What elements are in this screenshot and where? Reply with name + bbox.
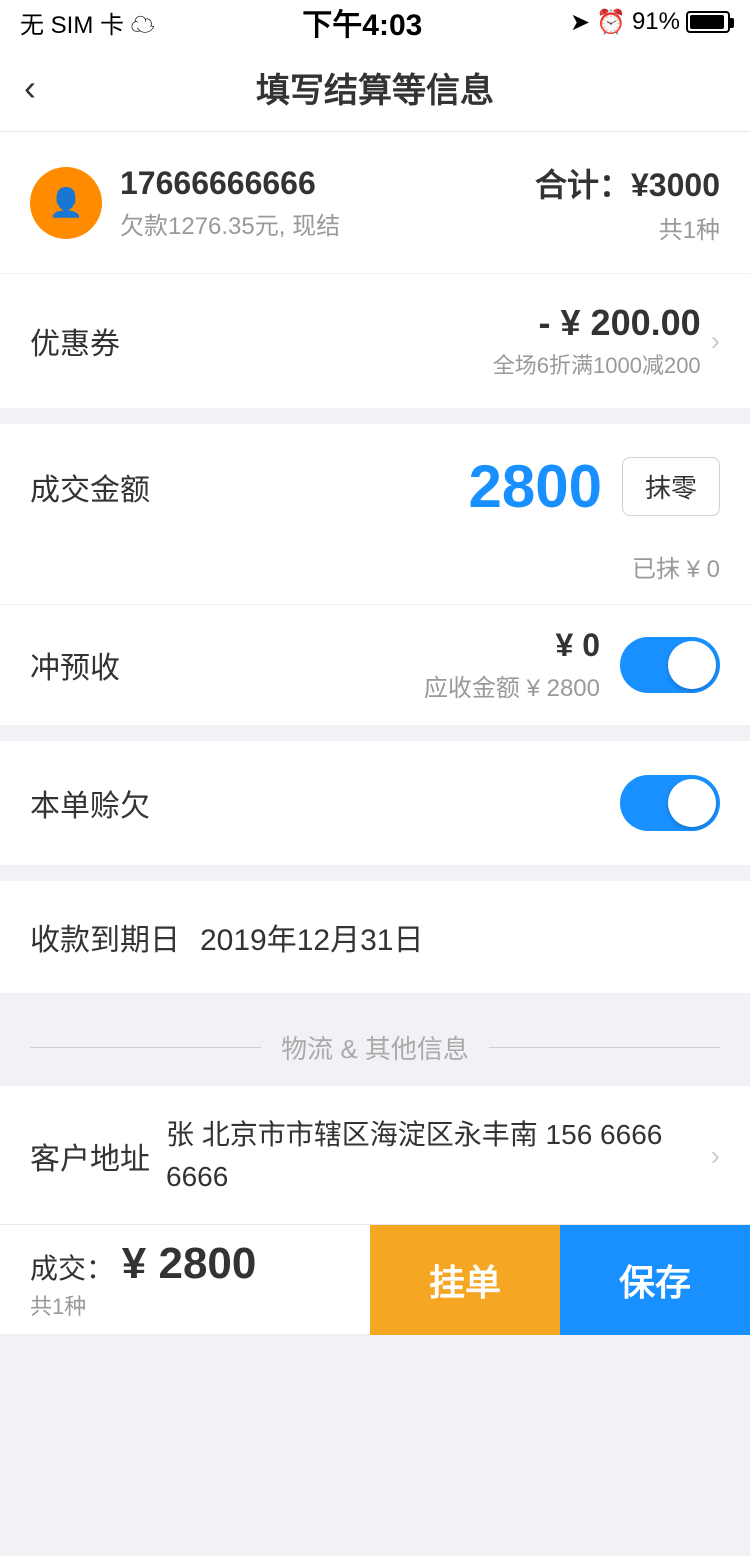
back-button[interactable]: ‹ <box>24 67 36 109</box>
customer-info: 17666666666 欠款1276.35元, 现结 <box>120 165 340 241</box>
charge-amount: ¥ 0 <box>424 627 600 664</box>
deal-right: 2800 抹零 <box>469 452 721 521</box>
coupon-amount: - ¥ 200.00 <box>493 302 701 344</box>
deal-label: 成交金额 <box>30 465 150 509</box>
status-right: ➤ ⏰ 91% <box>570 8 730 37</box>
status-bar: 无 SIM 卡 ☁ 下午4:03 ➤ ⏰ 91% <box>0 0 750 44</box>
customer-row: 👤 17666666666 欠款1276.35元, 现结 合计：¥3000 共1… <box>0 132 750 273</box>
direction-icon: ➤ <box>570 8 590 37</box>
battery-icon <box>686 11 730 33</box>
coupon-right: - ¥ 200.00 全场6折满1000减200 › <box>493 302 720 380</box>
coupon-desc: 全场6折满1000减200 <box>493 348 701 380</box>
bottom-deal-label: 成交： <box>30 1253 114 1284</box>
customer-debt: 欠款1276.35元, 现结 <box>120 206 340 241</box>
bottom-bar: 成交： ¥ 2800 共1种 挂单 保存 <box>0 1224 750 1334</box>
debit-row: 本单赊欠 <box>0 741 750 865</box>
customer-phone: 17666666666 <box>120 165 340 202</box>
sep-line-right <box>489 1047 720 1048</box>
total-amount: 合计：¥3000 <box>535 160 720 206</box>
due-date-value: 2019年12月31日 <box>200 915 423 959</box>
save-button[interactable]: 保存 <box>560 1225 750 1335</box>
bottom-info: 成交： ¥ 2800 共1种 <box>0 1239 370 1321</box>
sep-line-left <box>30 1047 261 1048</box>
charge-row: 冲预收 ¥ 0 应收金额 ¥ 2800 <box>0 604 750 725</box>
avatar-icon: 👤 <box>49 186 84 219</box>
bottom-deal-amount: ¥ 2800 <box>122 1239 257 1288</box>
nav-bar: ‹ 填写结算等信息 <box>0 44 750 132</box>
page-title: 填写结算等信息 <box>256 63 494 112</box>
hang-button[interactable]: 挂单 <box>370 1225 560 1335</box>
bottom-count: 共1种 <box>30 1289 340 1321</box>
charge-sub: 应收金额 ¥ 2800 <box>424 668 600 703</box>
coupon-label: 优惠券 <box>30 319 120 363</box>
coupon-row[interactable]: 优惠券 - ¥ 200.00 全场6折满1000减200 › <box>0 273 750 408</box>
address-row[interactable]: 客户地址 张 北京市市辖区海淀区永丰南 156 6666 6666 › <box>0 1086 750 1226</box>
due-date-row: 收款到期日 2019年12月31日 <box>0 881 750 993</box>
deal-row: 成交金额 2800 抹零 <box>0 424 750 549</box>
charge-right: ¥ 0 应收金额 ¥ 2800 <box>424 627 720 703</box>
debit-toggle[interactable] <box>620 775 720 831</box>
charge-amount-area: ¥ 0 应收金额 ¥ 2800 <box>424 627 600 703</box>
avatar: 👤 <box>30 167 102 239</box>
logistics-separator: 物流 & 其他信息 <box>0 1009 750 1086</box>
address-chevron-icon: › <box>711 1140 720 1172</box>
status-time: 下午4:03 <box>302 0 422 44</box>
customer-left: 👤 17666666666 欠款1276.35元, 现结 <box>30 165 340 241</box>
customer-card: 👤 17666666666 欠款1276.35元, 现结 合计：¥3000 共1… <box>0 132 750 408</box>
due-label: 收款到期日 <box>30 915 180 959</box>
clock-icon: ⏰ <box>596 8 626 37</box>
deal-amount-value: 2800 <box>469 452 602 521</box>
charge-label: 冲预收 <box>30 643 120 687</box>
address-label: 客户地址 <box>30 1134 150 1178</box>
total-count: 共1种 <box>535 210 720 245</box>
address-value: 张 北京市市辖区海淀区永丰南 156 6666 6666 <box>166 1114 695 1198</box>
charge-toggle[interactable] <box>620 637 720 693</box>
battery-percent: 91% <box>632 8 680 36</box>
sim-label: 无 SIM 卡 ☁ <box>20 5 155 40</box>
deal-sub: 已抹 ¥ 0 <box>0 549 750 604</box>
customer-right: 合计：¥3000 共1种 <box>535 160 720 245</box>
chevron-right-icon: › <box>711 325 720 357</box>
debit-label: 本单赊欠 <box>30 781 150 825</box>
status-left: 无 SIM 卡 ☁ <box>20 5 155 40</box>
bottom-deal-line: 成交： ¥ 2800 <box>30 1239 340 1289</box>
round-button[interactable]: 抹零 <box>622 457 720 516</box>
debit-toggle-knob <box>668 779 716 827</box>
main-content: 👤 17666666666 欠款1276.35元, 现结 合计：¥3000 共1… <box>0 132 750 1556</box>
toggle-knob <box>668 641 716 689</box>
deal-section: 成交金额 2800 抹零 已抹 ¥ 0 冲预收 ¥ 0 应收金额 ¥ 2800 <box>0 424 750 725</box>
logistics-label: 物流 & 其他信息 <box>281 1029 469 1066</box>
